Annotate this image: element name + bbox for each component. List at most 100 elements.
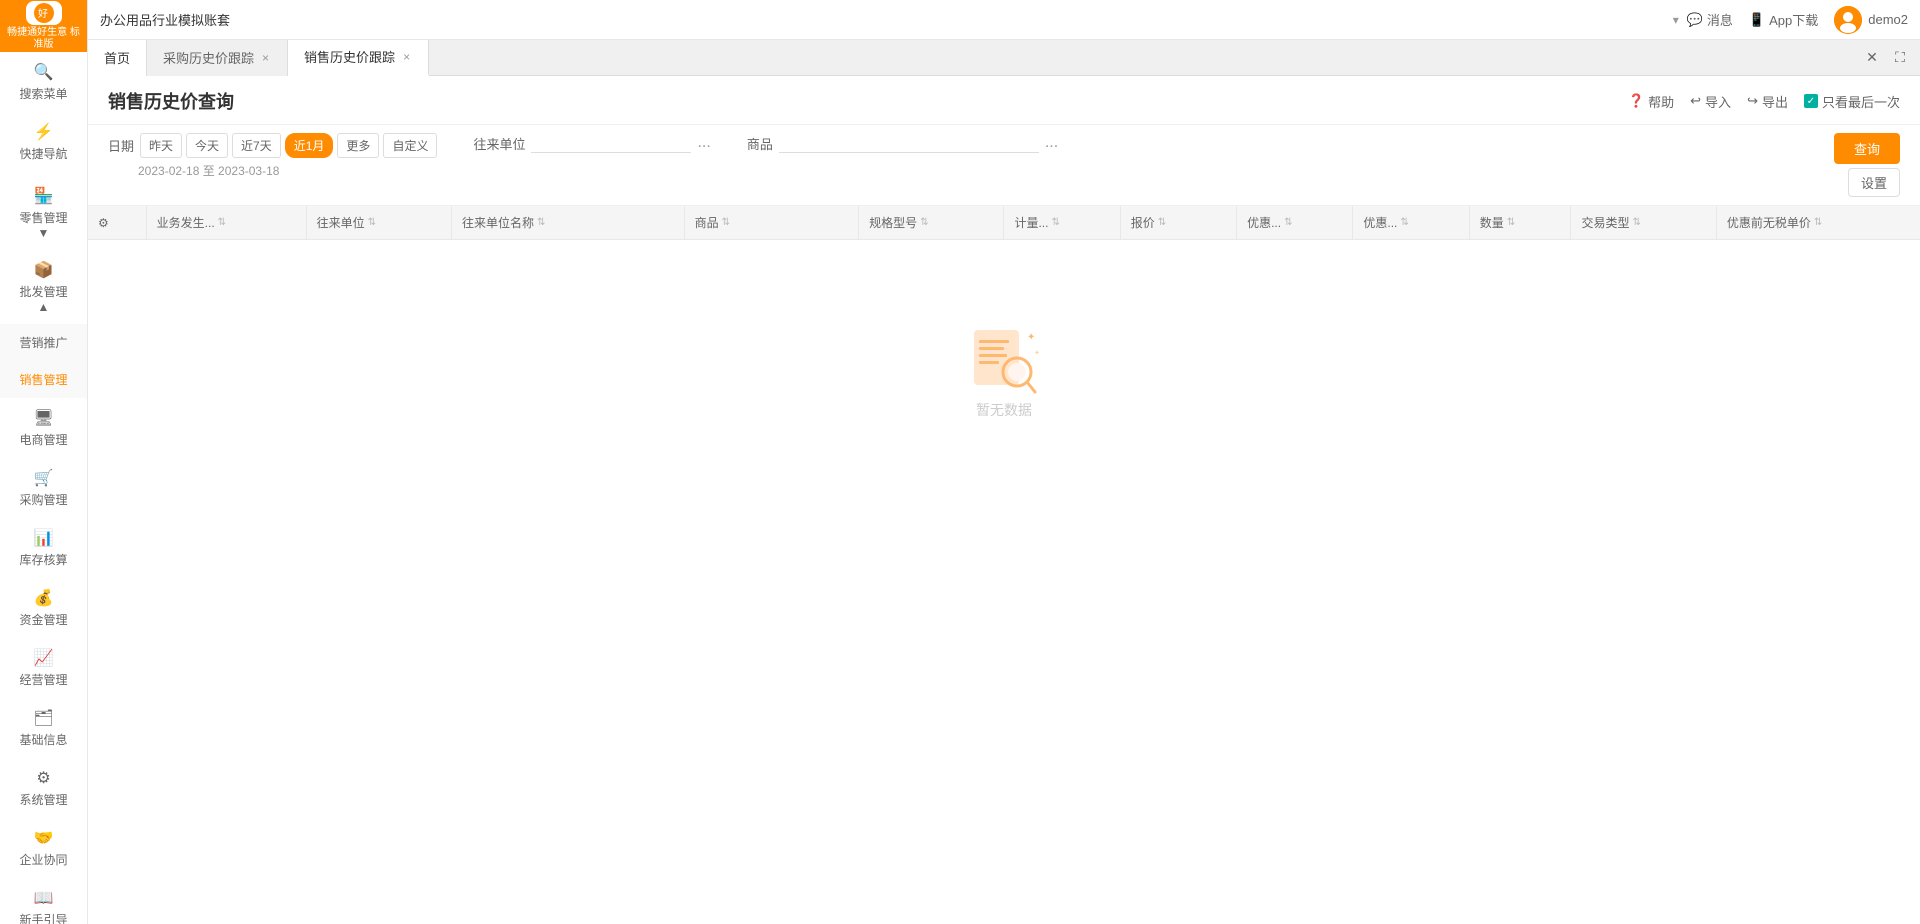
message-btn[interactable]: 💬 消息 — [1687, 10, 1733, 29]
date-btn-7days[interactable]: 近7天 — [232, 133, 281, 158]
filter-section: 日期 昨天 今天 近7天 近1月 更多 自定义 2023-02-18 至 202… — [88, 125, 1920, 206]
topbar: 办公用品行业模拟账套 ▾ 💬 消息 📱 App下载 demo2 — [88, 0, 1920, 40]
topbar-actions: 💬 消息 📱 App下载 demo2 — [1687, 6, 1908, 34]
svg-text:✦: ✦ — [1027, 332, 1035, 343]
date-btn-custom[interactable]: 自定义 — [383, 133, 437, 158]
tab-purchase-close[interactable]: × — [260, 50, 271, 66]
help-btn[interactable]: ❓ 帮助 — [1628, 92, 1674, 111]
sidebar-item-enterprise[interactable]: 🤝 企业协同 — [0, 818, 87, 878]
goods-dots-btn[interactable]: ... — [1045, 134, 1058, 152]
goods-label: 商品 — [747, 134, 773, 153]
sort-icon-5: ⇅ — [920, 217, 928, 228]
search-icon: 🔍 — [34, 62, 54, 82]
message-icon: 💬 — [1687, 12, 1703, 28]
th-price[interactable]: 报价⇅ — [1120, 206, 1236, 240]
sidebar-item-marketing[interactable]: 营销推广 — [0, 324, 87, 361]
settings-button[interactable]: 设置 — [1848, 168, 1900, 197]
filter-buttons: 查询 设置 — [1834, 133, 1900, 197]
svg-text:✦: ✦ — [1034, 349, 1040, 357]
import-icon: ↩ — [1690, 93, 1701, 109]
sidebar-item-sales-mgmt[interactable]: 销售管理 — [0, 361, 87, 398]
table-header-row: ⚙ 业务发生...⇅ 往来单位⇅ 往来单位名称⇅ 商品⇅ — [88, 206, 1920, 240]
tab-sales[interactable]: 销售历史价跟踪 × — [288, 40, 429, 76]
page-header: 销售历史价查询 ❓ 帮助 ↩ 导入 ↪ 导出 ✓ 只看最后一次 — [88, 76, 1920, 125]
empty-illustration: ✦ ✦ — [959, 320, 1049, 400]
inventory-icon: 📊 — [34, 528, 54, 548]
th-no-tax-price[interactable]: 优惠前无税单价⇅ — [1716, 206, 1920, 240]
sidebar-item-shortcut[interactable]: ⚡ 快捷导航 — [0, 112, 87, 172]
import-btn[interactable]: ↩ 导入 — [1690, 92, 1731, 111]
sort-icon-7: ⇅ — [1158, 217, 1166, 228]
sidebar-item-system[interactable]: ⚙ 系统管理 — [0, 758, 87, 818]
btn-row-2: 设置 — [1848, 168, 1900, 197]
user-menu[interactable]: demo2 — [1834, 6, 1908, 34]
tab-purchase[interactable]: 采购历史价跟踪 × — [147, 40, 288, 76]
date-label: 日期 — [108, 136, 134, 155]
sidebar-item-base[interactable]: 🗂 基础信息 — [0, 698, 87, 758]
th-biz-date[interactable]: 业务发生...⇅ — [146, 206, 306, 240]
sidebar-item-finance[interactable]: 💰 资金管理 — [0, 578, 87, 638]
user-avatar — [1834, 6, 1862, 34]
sidebar: 好 畅捷通好生意 标准版 🔍 搜索菜单 ⚡ 快捷导航 🏪 零售管理 ▼ 📦 批发… — [0, 0, 88, 924]
tab-sales-close[interactable]: × — [401, 49, 412, 65]
unit-input[interactable] — [531, 133, 691, 153]
tab-restore-btn[interactable]: ⛶ — [1888, 46, 1912, 70]
base-icon: 🗂 — [33, 708, 53, 728]
date-buttons: 昨天 今天 近7天 近1月 更多 自定义 — [140, 133, 437, 158]
empty-text: 暂无数据 — [976, 400, 1032, 420]
date-btn-yesterday[interactable]: 昨天 — [140, 133, 182, 158]
sidebar-item-inventory[interactable]: 📊 库存核算 — [0, 518, 87, 578]
sort-icon-2: ⇅ — [368, 217, 376, 228]
th-settings[interactable]: ⚙ — [88, 206, 146, 240]
th-unit-code[interactable]: 往来单位⇅ — [306, 206, 451, 240]
export-btn[interactable]: ↪ 导出 — [1747, 92, 1788, 111]
date-btn-today[interactable]: 今天 — [186, 133, 228, 158]
filter-row-1: 日期 昨天 今天 近7天 近1月 更多 自定义 2023-02-18 至 202… — [108, 133, 1900, 197]
sidebar-item-retail[interactable]: 🏪 零售管理 ▼ — [0, 176, 87, 250]
tab-close-all-btn[interactable]: ✕ — [1860, 46, 1884, 70]
sidebar-item-guide[interactable]: 📖 新手引导 — [0, 878, 87, 924]
date-btn-1month[interactable]: 近1月 — [285, 133, 334, 158]
th-discount2[interactable]: 优惠...⇅ — [1353, 206, 1469, 240]
date-btn-more[interactable]: 更多 — [337, 133, 379, 158]
date-filter: 日期 昨天 今天 近7天 近1月 更多 自定义 2023-02-18 至 202… — [108, 133, 437, 179]
app-download-btn[interactable]: 📱 App下载 — [1749, 10, 1818, 29]
sort-icon-8: ⇅ — [1284, 217, 1292, 228]
tab-home-label: 首页 — [104, 48, 130, 67]
table-head: ⚙ 业务发生...⇅ 往来单位⇅ 往来单位名称⇅ 商品⇅ — [88, 206, 1920, 240]
goods-input[interactable] — [779, 133, 1039, 153]
sidebar-item-wholesale[interactable]: 📦 批发管理 ▲ — [0, 250, 87, 324]
purchase-icon: 🛒 — [34, 468, 54, 488]
enterprise-icon: 🤝 — [34, 828, 54, 848]
page-content: 销售历史价查询 ❓ 帮助 ↩ 导入 ↪ 导出 ✓ 只看最后一次 — [88, 76, 1920, 924]
sort-icon-4: ⇅ — [722, 217, 730, 228]
th-trade-type[interactable]: 交易类型⇅ — [1571, 206, 1716, 240]
data-table: ⚙ 业务发生...⇅ 往来单位⇅ 往来单位名称⇅ 商品⇅ — [88, 206, 1920, 240]
unit-dots-btn[interactable]: ... — [697, 134, 710, 152]
tab-controls: ✕ ⛶ — [1852, 46, 1920, 70]
only-last-checkbox[interactable]: ✓ 只看最后一次 — [1804, 92, 1900, 111]
th-spec[interactable]: 规格型号⇅ — [859, 206, 1004, 240]
ecom-icon: 🖥 — [33, 408, 53, 428]
sidebar-item-ecom[interactable]: 🖥 电商管理 — [0, 398, 87, 458]
th-qty[interactable]: 数量⇅ — [1469, 206, 1571, 240]
query-button[interactable]: 查询 — [1834, 133, 1900, 164]
goods-filter: 商品 ... — [747, 133, 1058, 153]
system-icon: ⚙ — [36, 768, 50, 788]
sidebar-item-purchase[interactable]: 🛒 采购管理 — [0, 458, 87, 518]
logo-area: 好 畅捷通好生意 标准版 — [0, 0, 87, 52]
user-name: demo2 — [1868, 12, 1908, 27]
th-goods[interactable]: 商品⇅ — [684, 206, 858, 240]
sort-icon-12: ⇅ — [1814, 217, 1822, 228]
operation-icon: 📈 — [34, 648, 54, 668]
tab-home[interactable]: 首页 — [88, 40, 147, 76]
th-unit-name[interactable]: 往来单位名称⇅ — [451, 206, 684, 240]
unit-filter: 往来单位 ... — [473, 133, 710, 153]
title-dropdown-icon[interactable]: ▾ — [1673, 13, 1679, 27]
sidebar-item-operation[interactable]: 📈 经营管理 — [0, 638, 87, 698]
wholesale-submenu: 营销推广 销售管理 — [0, 324, 87, 398]
sidebar-item-search[interactable]: 🔍 搜索菜单 — [0, 52, 87, 112]
th-discount1[interactable]: 优惠...⇅ — [1237, 206, 1353, 240]
th-unit-measure[interactable]: 计量...⇅ — [1004, 206, 1120, 240]
sort-icon-9: ⇅ — [1400, 217, 1408, 228]
